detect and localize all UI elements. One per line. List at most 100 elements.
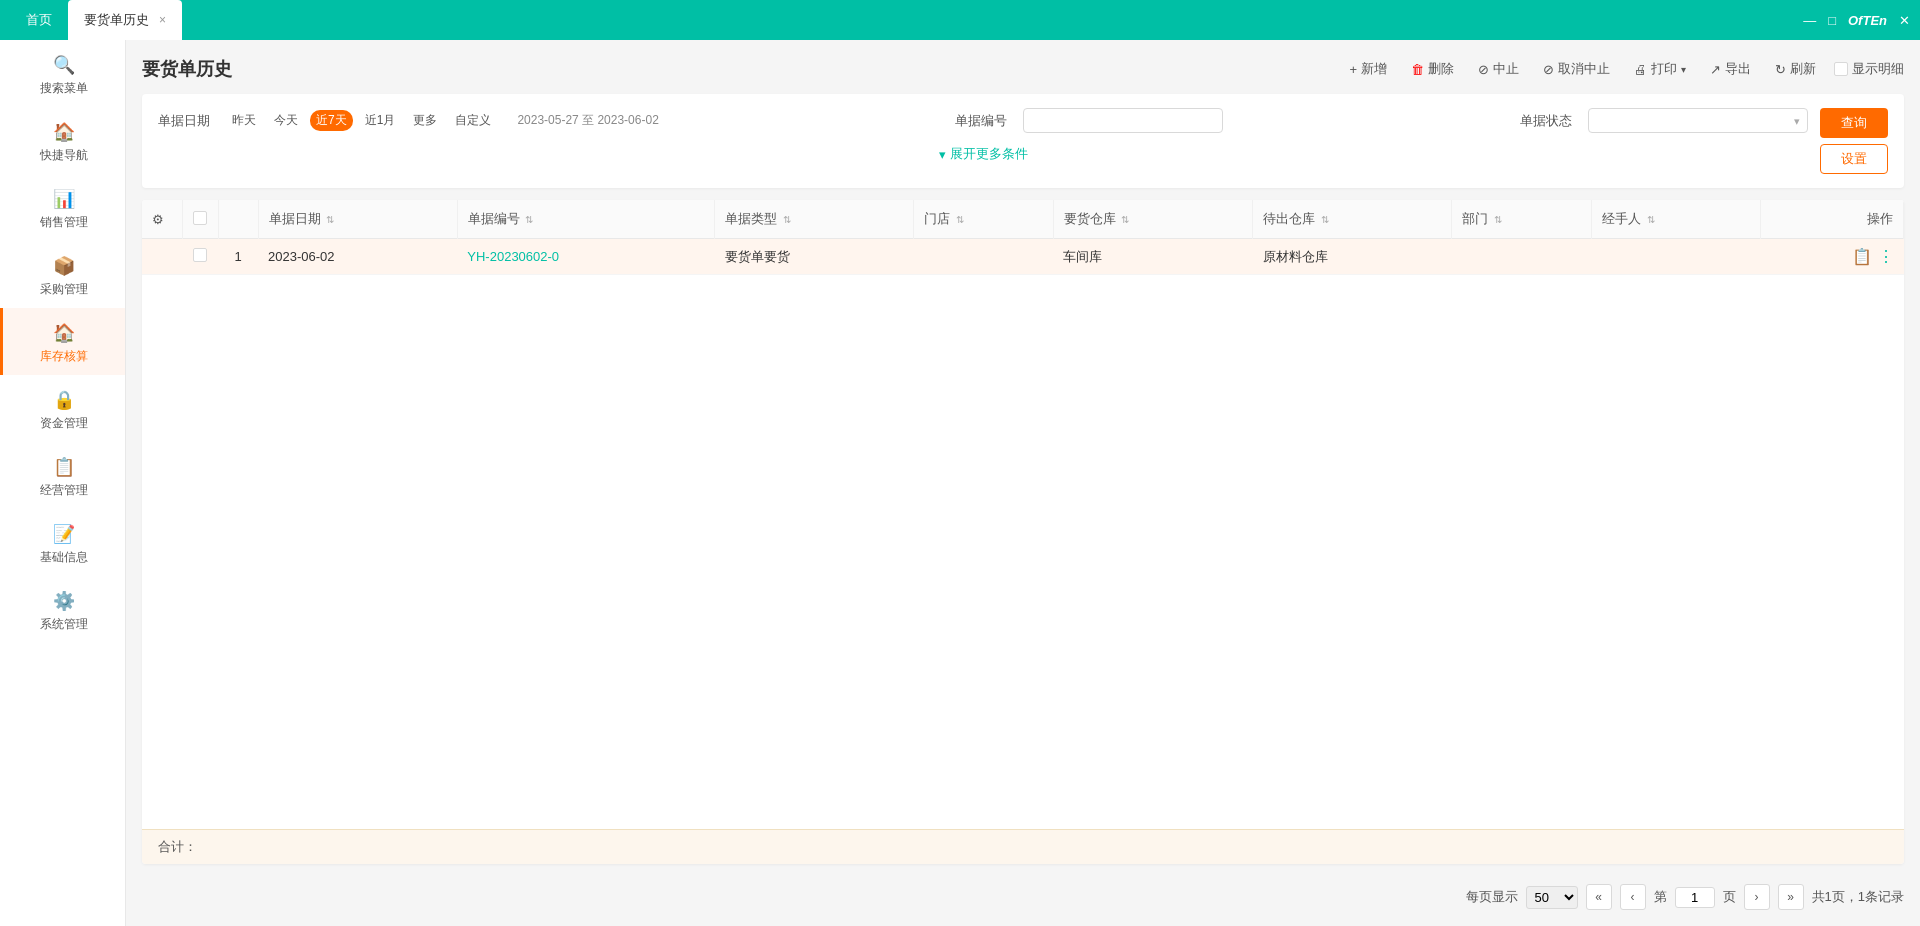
table-panel: ⚙ 单据日期 ⇅ 单据编号: [142, 200, 1904, 864]
sort-order-type-icon[interactable]: ⇅: [783, 214, 791, 225]
sidebar-label-finance: 资金管理: [40, 415, 88, 432]
maximize-btn[interactable]: □: [1828, 13, 1836, 28]
date-opt-7days[interactable]: 近7天: [310, 110, 353, 131]
close-window-btn[interactable]: ✕: [1899, 13, 1910, 28]
table-footer: 合计：: [142, 829, 1904, 864]
th-pending-warehouse: 待出仓库 ⇅: [1253, 200, 1452, 239]
quick-nav-icon: 🏠: [53, 121, 75, 143]
sort-pending-warehouse-icon[interactable]: ⇅: [1321, 214, 1329, 225]
order-no-link[interactable]: YH-20230602-0: [467, 249, 559, 264]
refresh-button[interactable]: ↻ 刷新: [1769, 56, 1822, 82]
prev-page-btn[interactable]: ‹: [1620, 884, 1646, 910]
filter-fields: 单据日期 昨天 今天 近7天 近1月 更多 自定义 2023-05-27 至 2…: [158, 108, 1808, 174]
date-opt-1month[interactable]: 近1月: [359, 110, 402, 131]
expand-more-icon: ▾: [939, 147, 946, 162]
search-menu-icon: 🔍: [53, 54, 75, 76]
system-icon: ⚙️: [53, 590, 75, 612]
finance-icon: 🔒: [53, 389, 75, 411]
th-settings: ⚙: [142, 200, 182, 239]
sidebar-label-search-menu: 搜索菜单: [40, 80, 88, 97]
status-select[interactable]: [1588, 108, 1808, 133]
close-tab-icon[interactable]: ×: [159, 13, 166, 27]
date-range-display: 2023-05-27 至 2023-06-02: [517, 112, 658, 129]
td-num: 1: [218, 239, 258, 275]
export-button[interactable]: ↗ 导出: [1704, 56, 1757, 82]
sidebar-label-quick-nav: 快捷导航: [40, 147, 88, 164]
expand-more-btn[interactable]: ▾ 展开更多条件: [158, 145, 1808, 163]
sort-order-no-icon[interactable]: ⇅: [525, 214, 533, 225]
select-all-checkbox[interactable]: [193, 211, 207, 225]
date-options: 昨天 今天 近7天 近1月 更多 自定义: [226, 110, 497, 131]
minimize-btn[interactable]: —: [1803, 13, 1816, 28]
display-detail-check-icon: [1834, 62, 1848, 76]
sort-req-warehouse-icon[interactable]: ⇅: [1121, 214, 1129, 225]
delete-button[interactable]: 🗑 删除: [1405, 56, 1460, 82]
page-size-label: 每页显示: [1466, 888, 1518, 906]
stop-button[interactable]: ⊘ 中止: [1472, 56, 1525, 82]
date-opt-more[interactable]: 更多: [407, 110, 443, 131]
th-order-no: 单据编号 ⇅: [457, 200, 714, 239]
sidebar-item-operations[interactable]: 📋 经营管理: [0, 442, 125, 509]
first-page-btn[interactable]: «: [1586, 884, 1612, 910]
row-edit-icon[interactable]: 📋: [1852, 247, 1872, 266]
th-num: [218, 200, 258, 239]
sort-department-icon[interactable]: ⇅: [1494, 214, 1502, 225]
sort-date-icon[interactable]: ⇅: [326, 214, 334, 225]
sidebar-item-search-menu[interactable]: 🔍 搜索菜单: [0, 40, 125, 107]
date-opt-today[interactable]: 今天: [268, 110, 304, 131]
column-settings-icon[interactable]: ⚙: [152, 212, 164, 227]
sort-handler-icon[interactable]: ⇅: [1647, 214, 1655, 225]
display-detail-label: 显示明细: [1852, 60, 1904, 78]
next-page-btn[interactable]: ›: [1744, 884, 1770, 910]
operations-icon: 📋: [53, 456, 75, 478]
last-page-btn[interactable]: »: [1778, 884, 1804, 910]
page-number-input[interactable]: [1675, 887, 1715, 908]
th-handler: 经手人 ⇅: [1591, 200, 1760, 239]
order-no-input[interactable]: [1023, 108, 1223, 133]
add-button[interactable]: + 新增: [1343, 56, 1393, 82]
td-store: [914, 239, 1053, 275]
print-icon: 🖨: [1634, 62, 1647, 77]
th-order-type: 单据类型 ⇅: [715, 200, 914, 239]
print-button[interactable]: 🖨 打印 ▾: [1628, 56, 1692, 82]
sidebar-item-sales[interactable]: 📊 销售管理: [0, 174, 125, 241]
filter-row-1: 单据日期 昨天 今天 近7天 近1月 更多 自定义 2023-05-27 至 2…: [158, 108, 1808, 133]
main-layout: 🔍 搜索菜单 🏠 快捷导航 📊 销售管理 📦 采购管理 🏠 库存核算 🔒 资金管…: [0, 40, 1920, 926]
page-size-select[interactable]: 50 10 20 100: [1526, 886, 1578, 909]
pagination-bar: 每页显示 50 10 20 100 « ‹ 第 页 › » 共1页，1条记录: [142, 876, 1904, 910]
td-checkbox: [182, 239, 218, 275]
sidebar-label-operations: 经营管理: [40, 482, 88, 499]
sidebar-item-quick-nav[interactable]: 🏠 快捷导航: [0, 107, 125, 174]
order-no-label: 单据编号: [955, 112, 1007, 130]
tab-active[interactable]: 要货单历史 ×: [68, 0, 182, 40]
th-req-warehouse: 要货仓库 ⇅: [1053, 200, 1252, 239]
basic-info-icon: 📝: [53, 523, 75, 545]
sidebar-item-finance[interactable]: 🔒 资金管理: [0, 375, 125, 442]
table-row: 1 2023-06-02 YH-20230602-0 要货单要货 车间库 原材料…: [142, 239, 1904, 275]
setting-button[interactable]: 设置: [1820, 144, 1888, 174]
page-header: 要货单历史 + 新增 🗑 删除 ⊘ 中止 ⊘ 取消中止: [142, 56, 1904, 82]
tab-home[interactable]: 首页: [10, 0, 68, 40]
cancel-stop-button[interactable]: ⊘ 取消中止: [1537, 56, 1616, 82]
page-input-label: 第: [1654, 888, 1667, 906]
stop-icon: ⊘: [1478, 62, 1489, 77]
pagination-summary: 共1页，1条记录: [1812, 888, 1904, 906]
td-req-warehouse: 车间库: [1053, 239, 1252, 275]
status-label: 单据状态: [1520, 112, 1572, 130]
sidebar-item-basic-info[interactable]: 📝 基础信息: [0, 509, 125, 576]
delete-icon: 🗑: [1411, 62, 1424, 77]
sidebar-label-purchase: 采购管理: [40, 281, 88, 298]
date-opt-custom[interactable]: 自定义: [449, 110, 497, 131]
sidebar-item-inventory[interactable]: 🏠 库存核算: [0, 308, 125, 375]
display-detail-checkbox[interactable]: 显示明细: [1834, 60, 1904, 78]
sidebar-label-basic-info: 基础信息: [40, 549, 88, 566]
row-checkbox[interactable]: [193, 248, 207, 262]
query-button[interactable]: 查询: [1820, 108, 1888, 138]
row-more-icon[interactable]: ⋮: [1878, 247, 1894, 266]
sort-store-icon[interactable]: ⇅: [956, 214, 964, 225]
sidebar-item-system[interactable]: ⚙️ 系统管理: [0, 576, 125, 643]
filter-panel: 单据日期 昨天 今天 近7天 近1月 更多 自定义 2023-05-27 至 2…: [142, 94, 1904, 188]
sidebar-item-purchase[interactable]: 📦 采购管理: [0, 241, 125, 308]
filter-and-buttons: 单据日期 昨天 今天 近7天 近1月 更多 自定义 2023-05-27 至 2…: [158, 108, 1888, 174]
date-opt-yesterday[interactable]: 昨天: [226, 110, 262, 131]
